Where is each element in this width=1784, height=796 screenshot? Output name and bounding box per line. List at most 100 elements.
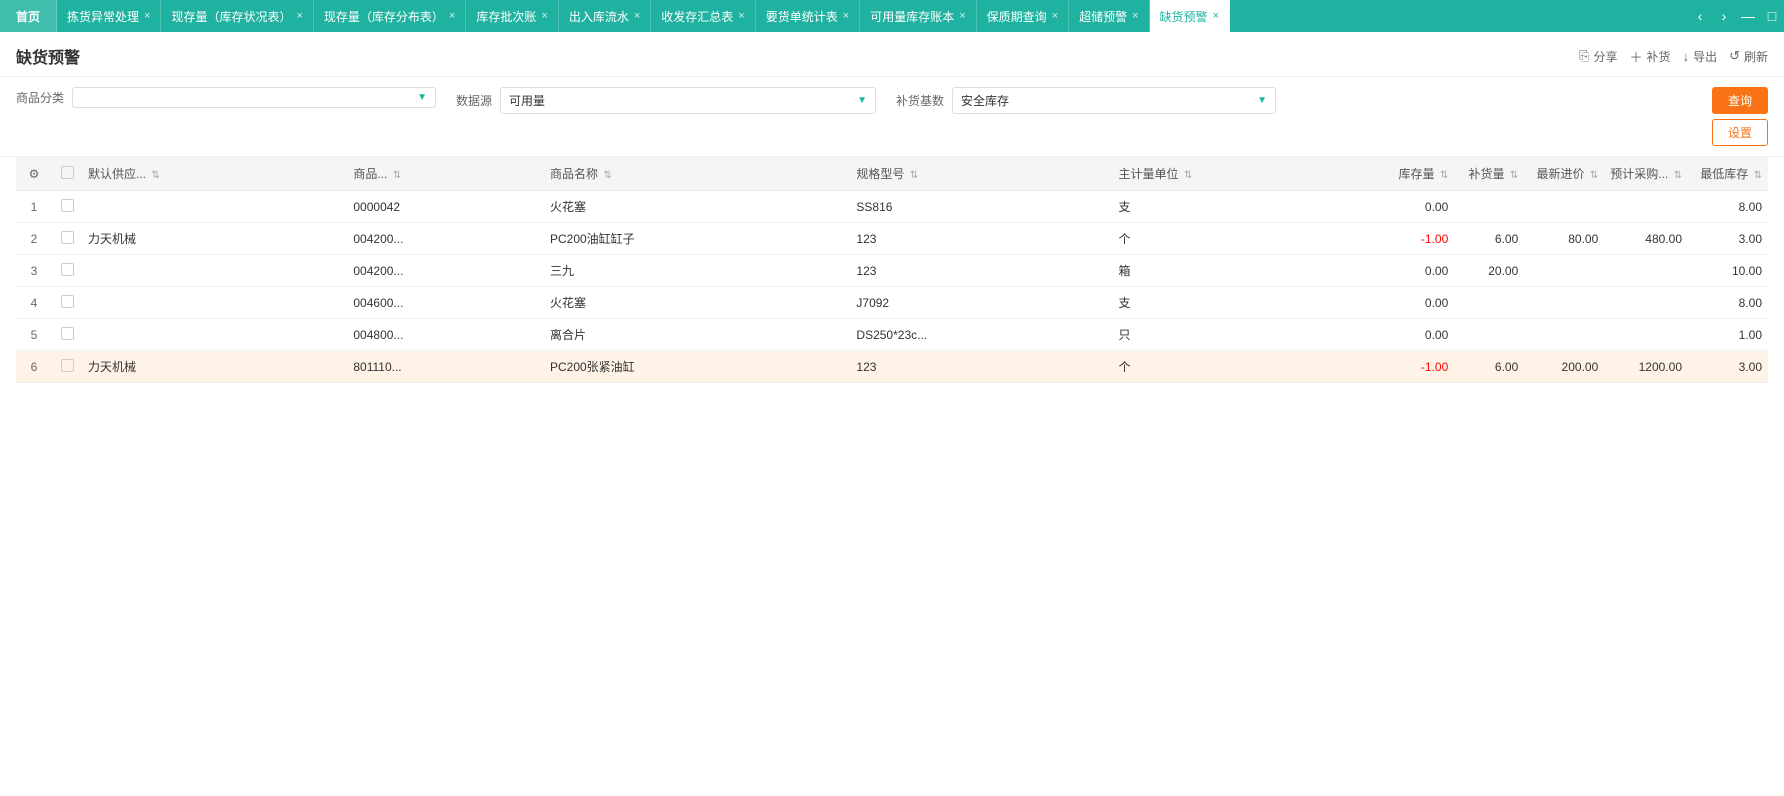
row-name-5: PC200张紧油缸 bbox=[544, 351, 850, 383]
close-tab-picking[interactable]: × bbox=[144, 10, 150, 22]
query-button[interactable]: 查询 bbox=[1712, 87, 1768, 114]
tab-minimize-button[interactable]: — bbox=[1736, 4, 1760, 28]
tab-prev-button[interactable]: ‹ bbox=[1688, 4, 1712, 28]
row-purchase-0 bbox=[1604, 191, 1688, 223]
tab-picking[interactable]: 拣货异常处理 × bbox=[57, 0, 161, 32]
tab-overstock[interactable]: 超储预警 × bbox=[1069, 0, 1149, 32]
row-purchase-5: 1200.00 bbox=[1604, 351, 1688, 383]
close-tab-inv-status[interactable]: × bbox=[296, 10, 302, 22]
tab-bar: 首页 拣货异常处理 × 现存量（库存状况表） × 现存量（库存分布表） × 库存… bbox=[0, 0, 1784, 32]
row-code-5: 801110... bbox=[347, 351, 544, 383]
category-filter-group: 商品分类 ▼ bbox=[16, 87, 436, 108]
row-check-2[interactable] bbox=[52, 255, 82, 287]
close-tab-order-stat[interactable]: × bbox=[843, 10, 849, 22]
row-checkbox-1[interactable] bbox=[61, 231, 74, 244]
row-unit-2: 箱 bbox=[1113, 255, 1385, 287]
replenish-button[interactable]: ＋ 补货 bbox=[1630, 47, 1671, 66]
tab-expiry[interactable]: 保质期查询 × bbox=[977, 0, 1069, 32]
row-name-2: 三九 bbox=[544, 255, 850, 287]
row-price-3 bbox=[1524, 287, 1604, 319]
col-header-supplier: 默认供应... ⇅ bbox=[82, 157, 347, 191]
row-price-1: 80.00 bbox=[1524, 223, 1604, 255]
row-replenish-2: 20.00 bbox=[1454, 255, 1524, 287]
refresh-button[interactable]: ↺ 刷新 bbox=[1729, 48, 1768, 65]
row-checkbox-2[interactable] bbox=[61, 263, 74, 276]
base-filter-group: 补货基数 安全库存 ▼ bbox=[896, 87, 1276, 114]
tab-flow[interactable]: 出入库流水 × bbox=[559, 0, 651, 32]
data-table: ⚙ 默认供应... ⇅ 商品... ⇅ 商品名称 ⇅ bbox=[16, 157, 1768, 383]
tab-maximize-button[interactable]: □ bbox=[1760, 4, 1784, 28]
row-unit-0: 支 bbox=[1113, 191, 1385, 223]
tab-inventory-status[interactable]: 现存量（库存状况表） × bbox=[161, 0, 313, 32]
row-check-4[interactable] bbox=[52, 319, 82, 351]
tab-home[interactable]: 首页 bbox=[0, 0, 57, 32]
base-value: 安全库存 bbox=[961, 92, 1009, 109]
row-index-0: 1 bbox=[16, 191, 52, 223]
row-check-5[interactable] bbox=[52, 351, 82, 383]
row-check-1[interactable] bbox=[52, 223, 82, 255]
row-code-3: 004600... bbox=[347, 287, 544, 319]
row-checkbox-4[interactable] bbox=[61, 327, 74, 340]
replenish-icon: ＋ bbox=[1630, 47, 1643, 66]
row-checkbox-5[interactable] bbox=[61, 359, 74, 372]
row-supplier-5: 力天机械 bbox=[82, 351, 347, 383]
row-spec-2: 123 bbox=[850, 255, 1112, 287]
tab-available[interactable]: 可用量库存账本 × bbox=[860, 0, 976, 32]
settings-button[interactable]: 设置 bbox=[1712, 119, 1768, 146]
row-unit-5: 个 bbox=[1113, 351, 1385, 383]
tab-batch[interactable]: 库存批次账 × bbox=[466, 0, 558, 32]
close-tab-overstock[interactable]: × bbox=[1132, 10, 1138, 22]
category-label: 商品分类 bbox=[16, 89, 64, 106]
row-supplier-1: 力天机械 bbox=[82, 223, 347, 255]
row-price-0 bbox=[1524, 191, 1604, 223]
col-header-gear[interactable]: ⚙ bbox=[16, 157, 52, 191]
row-check-3[interactable] bbox=[52, 287, 82, 319]
table-row: 1 0000042 火花塞 SS816 支 0.00 8.00 bbox=[16, 191, 1768, 223]
row-check-0[interactable] bbox=[52, 191, 82, 223]
row-name-4: 离合片 bbox=[544, 319, 850, 351]
close-tab-shortage[interactable]: × bbox=[1213, 10, 1219, 22]
refresh-icon: ↺ bbox=[1729, 48, 1740, 64]
row-spec-4: DS250*23c... bbox=[850, 319, 1112, 351]
row-index-4: 5 bbox=[16, 319, 52, 351]
row-name-1: PC200油缸缸子 bbox=[544, 223, 850, 255]
sort-unit-icon: ⇅ bbox=[1184, 170, 1192, 181]
col-header-spec: 规格型号 ⇅ bbox=[850, 157, 1112, 191]
export-button[interactable]: ↓ 导出 bbox=[1683, 48, 1718, 65]
table-row: 2 力天机械 004200... PC200油缸缸子 123 个 -1.00 6… bbox=[16, 223, 1768, 255]
tab-order-stat[interactable]: 要货单统计表 × bbox=[756, 0, 860, 32]
row-replenish-0 bbox=[1454, 191, 1524, 223]
close-tab-inv-dist[interactable]: × bbox=[449, 10, 455, 22]
row-checkbox-3[interactable] bbox=[61, 295, 74, 308]
share-button[interactable]: ⎘ 分享 bbox=[1579, 48, 1617, 65]
tab-nav-buttons: ‹ › — □ bbox=[1688, 4, 1784, 28]
base-arrow-icon: ▼ bbox=[1257, 95, 1267, 106]
sort-code-icon: ⇅ bbox=[393, 170, 401, 181]
tab-summary[interactable]: 收发存汇总表 × bbox=[651, 0, 755, 32]
sort-spec-icon: ⇅ bbox=[910, 170, 918, 181]
close-tab-expiry[interactable]: × bbox=[1052, 10, 1058, 22]
row-replenish-3 bbox=[1454, 287, 1524, 319]
tab-inventory-dist[interactable]: 现存量（库存分布表） × bbox=[314, 0, 466, 32]
row-stock-2: 0.00 bbox=[1384, 255, 1454, 287]
table-row: 5 004800... 离合片 DS250*23c... 只 0.00 1.00 bbox=[16, 319, 1768, 351]
category-select[interactable]: ▼ bbox=[72, 87, 436, 108]
table-row: 4 004600... 火花塞 J7092 支 0.00 8.00 bbox=[16, 287, 1768, 319]
table-row: 3 004200... 三九 123 箱 0.00 20.00 10.00 bbox=[16, 255, 1768, 287]
row-spec-3: J7092 bbox=[850, 287, 1112, 319]
row-unit-1: 个 bbox=[1113, 223, 1385, 255]
table-row: 6 力天机械 801110... PC200张紧油缸 123 个 -1.00 6… bbox=[16, 351, 1768, 383]
header-checkbox[interactable] bbox=[61, 166, 74, 179]
row-checkbox-0[interactable] bbox=[61, 199, 74, 212]
tab-next-button[interactable]: › bbox=[1712, 4, 1736, 28]
col-header-check[interactable] bbox=[52, 157, 82, 191]
close-tab-flow[interactable]: × bbox=[634, 10, 640, 22]
datasource-select[interactable]: 可用量 ▼ bbox=[500, 87, 876, 114]
base-select[interactable]: 安全库存 ▼ bbox=[952, 87, 1276, 114]
close-tab-summary[interactable]: × bbox=[738, 10, 744, 22]
close-tab-available[interactable]: × bbox=[959, 10, 965, 22]
tab-shortage[interactable]: 缺货预警 × bbox=[1150, 0, 1230, 32]
close-tab-batch[interactable]: × bbox=[541, 10, 547, 22]
row-price-5: 200.00 bbox=[1524, 351, 1604, 383]
row-purchase-3 bbox=[1604, 287, 1688, 319]
